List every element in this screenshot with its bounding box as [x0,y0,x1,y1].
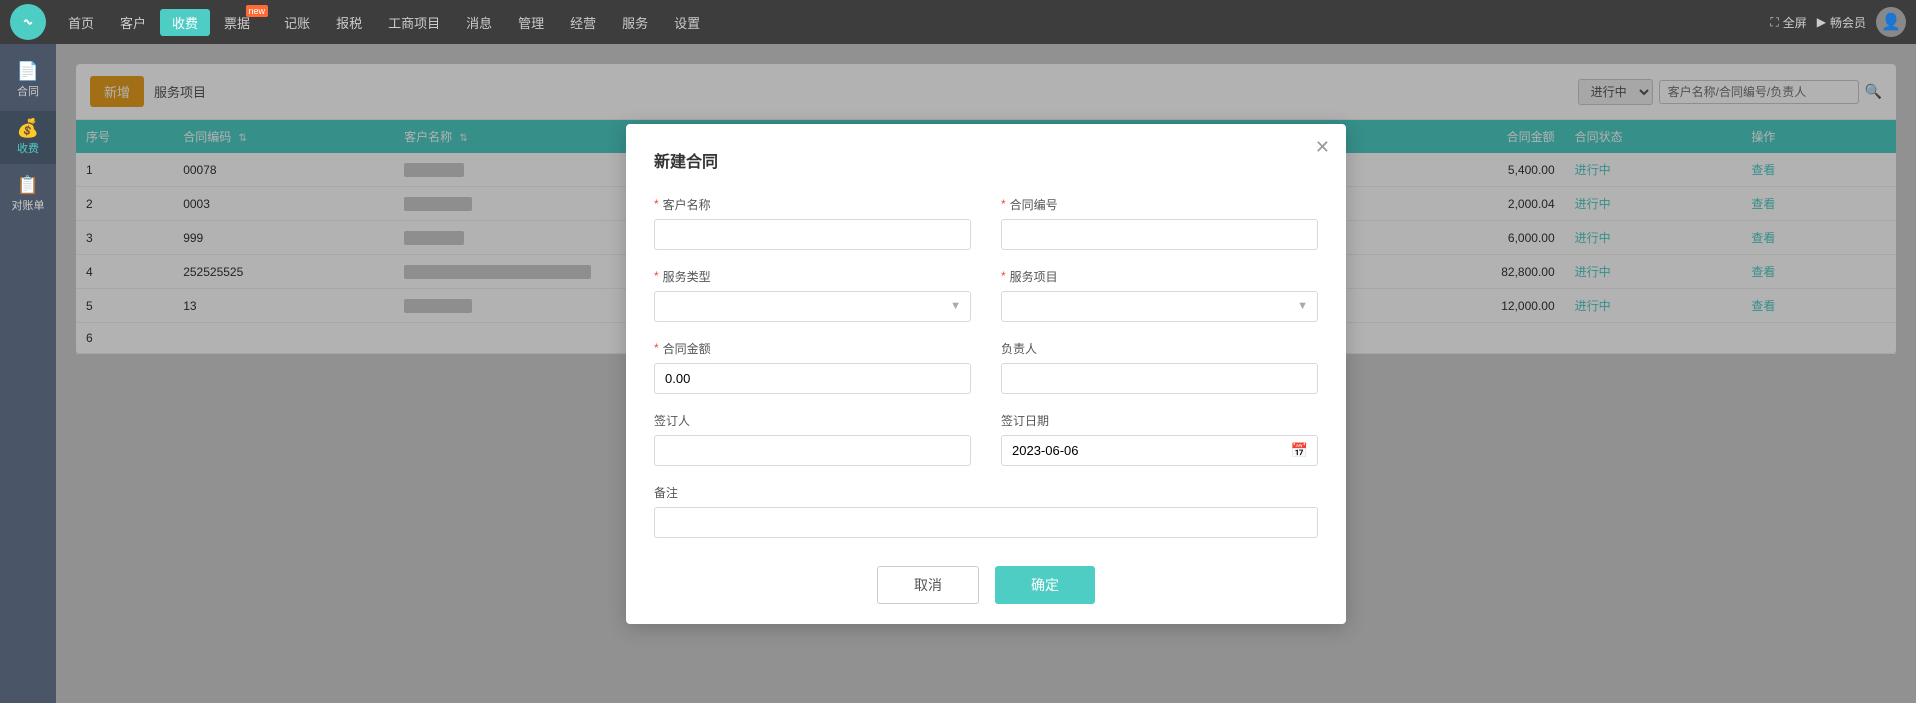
nav-home[interactable]: 首页 [56,9,106,36]
nav-message[interactable]: 消息 [454,9,504,36]
top-nav: 首页 客户 收费 票据 new 记账 报税 工商项目 消息 管理 经营 服务 设… [0,0,1916,44]
field-amount: * 合同金额 0.00 [654,340,971,394]
field-contract-no: * 合同编号 [1001,196,1318,250]
nav-customer[interactable]: 客户 [108,9,158,36]
label-customer-name: * 客户名称 [654,196,971,213]
modal-footer: 取消 确定 [654,566,1318,604]
field-customer-name: * 客户名称 [654,196,971,250]
avatar[interactable]: 👤 [1876,7,1906,37]
modal-title: 新建合同 [654,148,1318,172]
cancel-button[interactable]: 取消 [877,566,979,604]
calendar-icon[interactable]: 📅 [1291,442,1308,459]
nav-settings[interactable]: 设置 [662,9,712,36]
field-responsible: 负责人 [1001,340,1318,394]
charge-icon: 💰 [17,119,39,137]
label-signer: 签订人 [654,412,971,429]
nav-accounting[interactable]: 记账 [272,9,322,36]
sidebar-item-reconcile[interactable]: 📋 对账单 [0,168,56,221]
input-responsible[interactable] [1001,363,1318,394]
input-service-type[interactable] [654,291,971,322]
input-sign-date[interactable]: 2023-06-06 [1001,435,1318,466]
label-contract-no: * 合同编号 [1001,196,1318,213]
modal-close-button[interactable]: ✕ [1315,138,1330,156]
fullscreen-button[interactable]: ⛶ 全屏 [1770,14,1806,31]
modal-overlay: 新建合同 ✕ * 客户名称 * 合 [56,44,1916,703]
label-note: 备注 [654,484,1318,501]
nav-items: 首页 客户 收费 票据 new 记账 报税 工商项目 消息 管理 经营 服务 设… [56,9,1770,36]
input-amount[interactable]: 0.00 [654,363,971,394]
sign-date-wrap: 2023-06-06 📅 [1001,435,1318,466]
field-signer: 签订人 [654,412,971,466]
input-contract-no[interactable] [1001,219,1318,250]
contract-icon: 📄 [17,62,39,80]
sidebar: 📄 合同 💰 收费 📋 对账单 [0,44,56,703]
label-service-type: * 服务类型 [654,268,971,285]
vip-button[interactable]: ▶ 畅会员 [1817,14,1866,31]
logo [10,4,46,40]
input-service-item[interactable] [1001,291,1318,322]
label-responsible: 负责人 [1001,340,1318,357]
label-sign-date: 签订日期 [1001,412,1318,429]
input-note[interactable] [654,507,1318,538]
service-type-select-wrap: ▼ [654,291,971,322]
nav-operation[interactable]: 经营 [558,9,608,36]
field-service-item: * 服务项目 ▼ [1001,268,1318,322]
content-area: 新增 服务项目 进行中 已完成 已终止 🔍 序号 合同编码 ⇅ [56,44,1916,703]
sidebar-item-charge[interactable]: 💰 收费 [0,111,56,164]
new-badge: new [246,5,269,17]
field-sign-date: 签订日期 2023-06-06 📅 [1001,412,1318,466]
nav-ticket[interactable]: 票据 new [212,9,270,36]
label-amount: * 合同金额 [654,340,971,357]
fullscreen-icon: ⛶ [1770,15,1778,30]
sidebar-item-contract[interactable]: 📄 合同 [0,54,56,107]
reconcile-icon: 📋 [17,176,39,194]
vip-icon: ▶ [1817,15,1826,29]
field-service-type: * 服务类型 ▼ [654,268,971,322]
main-layout: 📄 合同 💰 收费 📋 对账单 新增 服务项目 进行中 已完成 已终止 [0,44,1916,703]
field-note: 备注 [654,484,1318,538]
nav-service[interactable]: 服务 [610,9,660,36]
label-service-item: * 服务项目 [1001,268,1318,285]
form-grid: * 客户名称 * 合同编号 [654,196,1318,538]
nav-tax[interactable]: 报税 [324,9,374,36]
nav-manage[interactable]: 管理 [506,9,556,36]
modal-dialog: 新建合同 ✕ * 客户名称 * 合 [626,124,1346,624]
nav-right: ⛶ 全屏 ▶ 畅会员 👤 [1770,7,1906,37]
confirm-button[interactable]: 确定 [995,566,1095,604]
input-customer-name[interactable] [654,219,971,250]
service-item-select-wrap: ▼ [1001,291,1318,322]
input-signer[interactable] [654,435,971,466]
nav-invoice[interactable]: 收费 [160,9,210,36]
nav-business[interactable]: 工商项目 [376,9,452,36]
